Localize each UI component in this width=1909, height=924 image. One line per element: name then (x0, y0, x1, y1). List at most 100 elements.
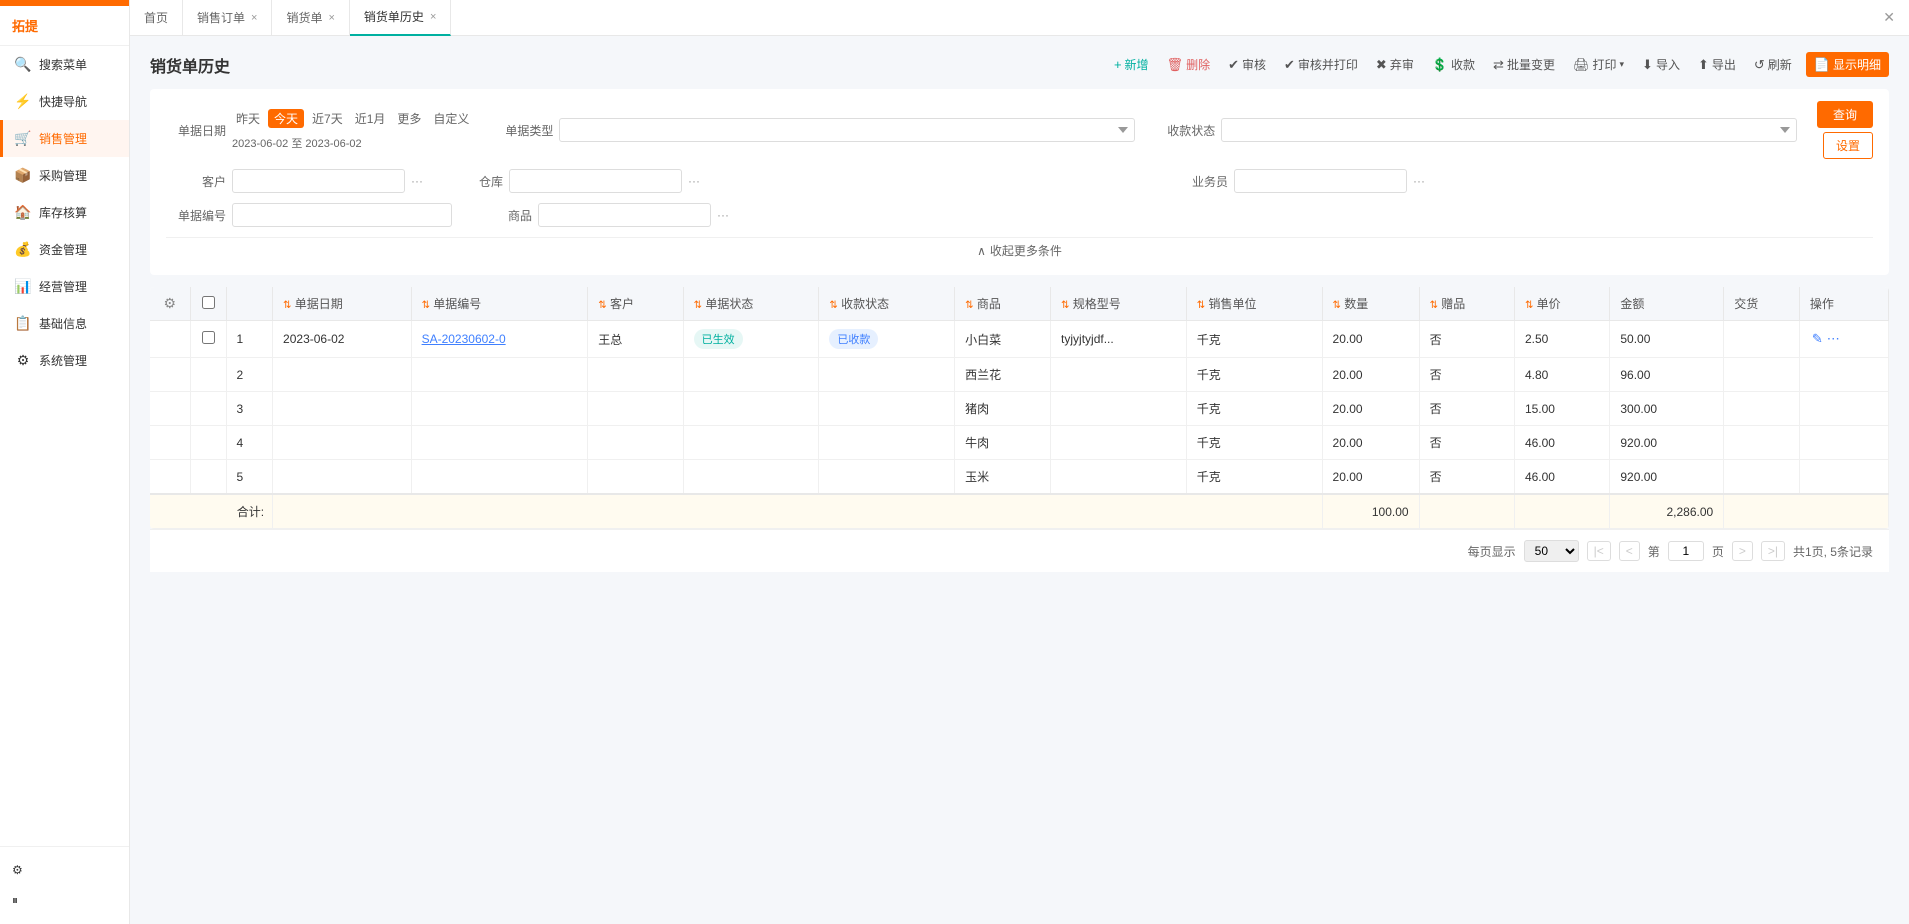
select-all-checkbox[interactable] (202, 296, 215, 309)
edit-action[interactable]: ✎ (1812, 331, 1823, 346)
tab-sales-order-close[interactable]: × (251, 12, 257, 24)
goods-dots[interactable]: ··· (717, 208, 729, 222)
col-check[interactable] (190, 287, 226, 321)
tab-home[interactable]: 首页 (130, 0, 183, 36)
cell-check[interactable] (190, 392, 226, 426)
first-page-button[interactable]: |< (1587, 541, 1611, 561)
audit-print-icon: ✔ (1284, 57, 1295, 73)
cell-seq: 4 (226, 426, 273, 460)
cell-doc-no[interactable] (411, 460, 588, 495)
col-qty[interactable]: ⇅ 数量 (1322, 287, 1419, 321)
cell-doc-no[interactable] (411, 392, 588, 426)
date-quick-custom[interactable]: 自定义 (429, 109, 473, 128)
more-action[interactable]: ⋯ (1827, 331, 1840, 346)
col-goods[interactable]: ⇅ 商品 (955, 287, 1051, 321)
col-doc-no[interactable]: ⇅ 单据编号 (411, 287, 588, 321)
filter-staff-input[interactable] (1234, 169, 1407, 193)
cell-check[interactable] (190, 321, 226, 358)
abandon-button[interactable]: ✖ 弃审 (1372, 54, 1418, 75)
cell-goods: 小白菜 (955, 321, 1051, 358)
col-doc-status[interactable]: ⇅ 单据状态 (683, 287, 819, 321)
col-price[interactable]: ⇅ 单价 (1514, 287, 1609, 321)
cell-doc-status (683, 358, 819, 392)
cell-date (273, 358, 412, 392)
warehouse-dots[interactable]: ··· (688, 174, 700, 188)
sidebar-item-basic-info[interactable]: 📋 基础信息 (0, 305, 129, 342)
sidebar-item-finance[interactable]: 💰 资金管理 (0, 231, 129, 268)
doc-no-link[interactable]: SA-20230602-0 (422, 332, 506, 346)
col-unit[interactable]: ⇅ 销售单位 (1186, 287, 1322, 321)
sidebar-item-system[interactable]: ⚙ 系统管理 (0, 342, 129, 379)
customer-dots[interactable]: ··· (411, 174, 423, 188)
sidebar-logo[interactable]: 拓提 (0, 6, 129, 46)
cell-customer (588, 426, 683, 460)
audit-print-button[interactable]: ✔ 审核并打印 (1280, 54, 1362, 75)
tab-sales-history[interactable]: 销货单历史 × (350, 0, 451, 36)
filter-doc-no-input[interactable] (232, 203, 452, 227)
date-quick-today[interactable]: 今天 (268, 109, 304, 128)
col-customer[interactable]: ⇅ 客户 (588, 287, 683, 321)
delete-button[interactable]: 🗑 删除 (1163, 54, 1215, 75)
collapse-button[interactable]: ∧ 收起更多条件 (166, 237, 1873, 263)
sidebar-bottom-pause[interactable]: ⏸ (0, 885, 129, 916)
sidebar-item-sales-mgmt[interactable]: 🛒 销售管理 (0, 120, 129, 157)
tab-bar-close-all[interactable]: ✕ (1869, 9, 1909, 26)
filter-collect-status-select[interactable] (1221, 118, 1797, 142)
filter-setting-button[interactable]: 设置 (1823, 132, 1873, 159)
filter-warehouse-input[interactable] (509, 169, 682, 193)
date-quick-1month[interactable]: 近1月 (351, 109, 390, 128)
tab-sales-history-close[interactable]: × (430, 11, 436, 23)
sidebar-item-inventory[interactable]: 🏠 库存核算 (0, 194, 129, 231)
staff-dots[interactable]: ··· (1413, 174, 1425, 188)
export-button[interactable]: ⬆ 导出 (1694, 54, 1740, 75)
date-quick-yesterday[interactable]: 昨天 (232, 109, 264, 128)
filter-goods-input[interactable] (538, 203, 711, 227)
sidebar-item-purchase-mgmt[interactable]: 📦 采购管理 (0, 157, 129, 194)
filter-doc-no-label: 单据编号 (166, 207, 226, 224)
cell-doc-no[interactable] (411, 426, 588, 460)
sort-price-icon: ⇅ (1525, 300, 1533, 311)
cell-trade (1724, 460, 1800, 495)
show-detail-button[interactable]: 📄 显示明细 (1806, 52, 1889, 77)
sidebar-bottom-settings[interactable]: ⚙ (0, 855, 129, 885)
date-quick-7days[interactable]: 近7天 (308, 109, 347, 128)
next-page-button[interactable]: > (1732, 541, 1753, 561)
tab-sales-order[interactable]: 销售订单 × (183, 0, 272, 36)
page-number-input[interactable] (1668, 541, 1704, 561)
tab-sales-delivery[interactable]: 销货单 × (272, 0, 349, 36)
col-date[interactable]: ⇅ 单据日期 (273, 287, 412, 321)
cell-spec (1051, 426, 1187, 460)
audit-button[interactable]: ✔ 审核 (1224, 54, 1270, 75)
cell-check[interactable] (190, 426, 226, 460)
date-quick-more[interactable]: 更多 (393, 109, 425, 128)
last-page-button[interactable]: >| (1761, 541, 1785, 561)
sidebar-item-quick-nav[interactable]: ⚡ 快捷导航 (0, 83, 129, 120)
import-button[interactable]: ⬇ 导入 (1638, 54, 1684, 75)
per-page-select[interactable]: 50 100 (1524, 540, 1579, 562)
sidebar-item-search-menu[interactable]: 🔍 搜索菜单 (0, 46, 129, 83)
cell-check[interactable] (190, 358, 226, 392)
print-button[interactable]: 🖨 打印 ▾ (1569, 54, 1628, 75)
filter-customer-input[interactable] (232, 169, 405, 193)
cell-doc-no[interactable] (411, 358, 588, 392)
table-row: 1 2023-06-02 SA-20230602-0 王总 已生效 已收款 小白… (150, 321, 1889, 358)
sidebar-item-operations[interactable]: 📊 经营管理 (0, 268, 129, 305)
prev-page-button[interactable]: < (1619, 541, 1640, 561)
cell-doc-no[interactable]: SA-20230602-0 (411, 321, 588, 358)
col-collect-status[interactable]: ⇅ 收款状态 (819, 287, 955, 321)
col-spec[interactable]: ⇅ 规格型号 (1051, 287, 1187, 321)
col-gift[interactable]: ⇅ 赠品 (1419, 287, 1514, 321)
data-table-container: ⚙ ⇅ 单据日期 ⇅ 单据编号 ⇅ 客户 ⇅ 单据状态 ⇅ 收款状态 ⇅ 商品 … (150, 287, 1889, 529)
tab-sales-delivery-close[interactable]: × (328, 12, 334, 24)
batch-change-button[interactable]: ⇄ 批量变更 (1489, 54, 1559, 75)
collect-button[interactable]: 💲 收款 (1428, 54, 1479, 75)
gear-icon[interactable]: ⚙ (163, 295, 176, 311)
cell-check[interactable] (190, 460, 226, 495)
cell-customer: 王总 (588, 321, 683, 358)
refresh-button[interactable]: ↺ 刷新 (1750, 54, 1796, 75)
row-checkbox[interactable] (202, 331, 215, 344)
filter-doc-type-select[interactable] (559, 118, 1135, 142)
new-button[interactable]: + 新增 (1110, 54, 1153, 75)
col-gear[interactable]: ⚙ (150, 287, 190, 321)
query-button[interactable]: 查询 (1817, 101, 1873, 128)
